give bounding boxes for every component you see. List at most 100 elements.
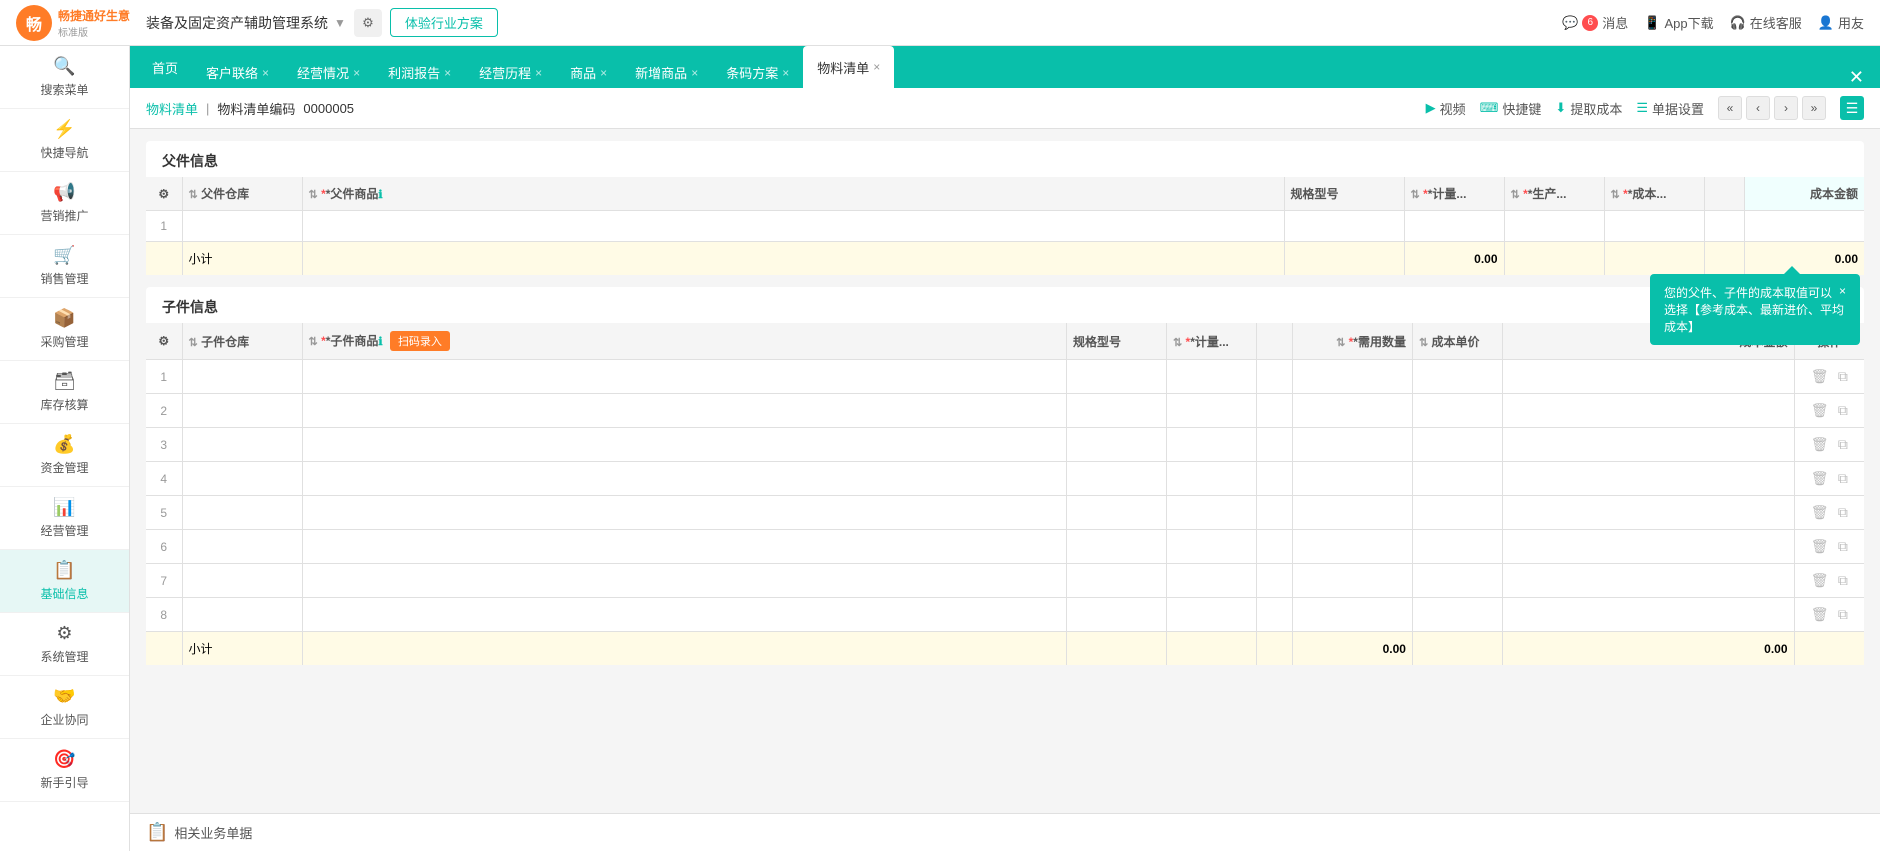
child-row-3: 3 🗑 ⧉ [146,428,1864,462]
breadcrumb-parent[interactable]: 物料清单 [146,99,198,118]
copy-icon[interactable]: ⧉ [1838,470,1848,486]
tab-bom-close[interactable]: × [873,60,880,74]
shortcut-icon: ⌨ [1480,100,1499,116]
sidebar-item-sales[interactable]: 🛒 销售管理 [0,235,129,298]
extract-cost-action[interactable]: ⬇ 提取成本 [1555,99,1622,118]
tab-customer-close[interactable]: × [262,66,269,80]
child-col-warehouse: ⇅ 子件仓库 [182,323,302,360]
quicknav-icon: ⚡ [53,119,75,140]
gear-button[interactable]: ⚙ [354,9,382,37]
tooltip-close-btn[interactable]: × [1839,284,1846,298]
delete-icon[interactable]: 🗑 [1811,368,1829,384]
parent-col-cost: ⇅ **成本... [1604,177,1704,211]
sidebar-item-guide[interactable]: 🎯 新手引导 [0,739,129,802]
grid-view-btn[interactable]: ☰ [1840,96,1864,120]
breadcrumb-code: 0000005 [303,101,354,116]
trial-button[interactable]: 体验行业方案 [390,8,498,37]
tab-profit-close[interactable]: × [444,66,451,80]
sidebar-item-inventory[interactable]: 🗃 库存核算 [0,361,129,424]
view-icon: ▶ [1426,100,1436,116]
nav-last[interactable]: » [1802,96,1826,120]
copy-icon[interactable]: ⧉ [1838,538,1848,554]
page-header: 物料清单 | 物料清单编码 0000005 ▶ 视频 ⌨ 快捷键 ⬇ 提取成本 … [130,88,1880,129]
tab-newgoods-close[interactable]: × [691,66,698,80]
tab-barcode-close[interactable]: × [782,66,789,80]
tab-home[interactable]: 首页 [138,46,192,88]
nav-prev[interactable]: ‹ [1746,96,1770,120]
inventory-icon: 🗃 [53,371,76,392]
extract-icon: ⬇ [1555,100,1566,116]
shortcut-action[interactable]: ⌨ 快捷键 [1480,99,1542,118]
nav-next[interactable]: › [1774,96,1798,120]
tab-close-all[interactable]: ✕ [1841,67,1872,88]
system-icon: ⚙ [56,623,72,644]
copy-icon[interactable]: ⧉ [1838,572,1848,588]
sys-title-arrow[interactable]: ▼ [334,16,346,30]
parent-col-settings[interactable]: ⚙ [146,177,182,211]
child-col-settings[interactable]: ⚙ [146,323,182,360]
copy-icon[interactable]: ⧉ [1838,368,1848,384]
tab-operations[interactable]: 经营情况 × [283,57,374,88]
bottom-icon[interactable]: 📋 [146,822,168,843]
bottom-bar: 📋 相关业务单据 [130,813,1880,851]
sidebar-item-marketing[interactable]: 📢 营销推广 [0,172,129,235]
copy-icon[interactable]: ⧉ [1838,436,1848,452]
sidebar-item-search[interactable]: 🔍 搜索菜单 [0,46,129,109]
tab-history[interactable]: 经营历程 × [465,57,556,88]
child-row-5: 5 🗑 ⧉ [146,496,1864,530]
sidebar-item-management[interactable]: 📊 经营管理 [0,487,129,550]
sidebar-item-system[interactable]: ⚙ 系统管理 [0,613,129,676]
child-table: ⚙ ⇅ 子件仓库 ⇅ **子件商品ℹ 扫码录入 规格型号 [146,323,1864,665]
message-item[interactable]: 💬 6 消息 [1562,13,1628,32]
scan-input-button[interactable]: 扫码录入 [390,331,450,351]
delete-icon[interactable]: 🗑 [1811,504,1829,520]
tooltip-text: 您的父件、子件的成本取值可以选择【参考成本、最新进价、平均成本】 [1664,286,1844,334]
sidebar-item-quicknav[interactable]: ⚡ 快捷导航 [0,109,129,172]
tab-newgoods[interactable]: 新增商品 × [621,57,712,88]
parent-row-1: 1 [146,211,1864,242]
tab-goods-close[interactable]: × [600,66,607,80]
single-setting-action[interactable]: ☰ 单据设置 [1636,99,1704,118]
delete-icon[interactable]: 🗑 [1811,606,1829,622]
tab-barcode-label: 条码方案 [726,63,778,82]
sidebar-item-purchase[interactable]: 📦 采购管理 [0,298,129,361]
sidebar-item-collab[interactable]: 🤝 企业协同 [0,676,129,739]
child-col-sort [1256,323,1292,360]
shortcut-label: 快捷键 [1502,99,1541,118]
single-setting-label: 单据设置 [1652,99,1704,118]
delete-icon[interactable]: 🗑 [1811,538,1829,554]
tab-barcode[interactable]: 条码方案 × [712,57,803,88]
tab-goods[interactable]: 商品 × [556,57,621,88]
sys-title: 装备及固定资产辅助管理系统 [146,13,328,33]
tab-profit[interactable]: 利润报告 × [374,57,465,88]
sidebar-sales-label: 销售管理 [40,270,88,287]
tab-operations-close[interactable]: × [353,66,360,80]
child-row-4: 4 🗑 ⧉ [146,462,1864,496]
child-row-6: 6 🗑 ⧉ [146,530,1864,564]
tab-bom[interactable]: 物料清单 × [803,46,894,88]
sidebar-search-label: 搜索菜单 [40,81,88,98]
copy-icon[interactable]: ⧉ [1838,606,1848,622]
delete-icon[interactable]: 🗑 [1811,436,1829,452]
delete-icon[interactable]: 🗑 [1811,470,1829,486]
nav-first[interactable]: « [1718,96,1742,120]
parent-col-unit: ⇅ **计量... [1404,177,1504,211]
child-section: 子件信息 ⚙ ⇅ 子件仓库 ⇅ **子件商品ℹ 扫码录入 [146,287,1864,665]
user-label: 用友 [1838,13,1864,32]
copy-icon[interactable]: ⧉ [1838,504,1848,520]
sidebar-item-finance[interactable]: 💰 资金管理 [0,424,129,487]
logo-icon: 畅 [16,5,52,41]
copy-icon[interactable]: ⧉ [1838,402,1848,418]
view-action[interactable]: ▶ 视频 [1426,99,1466,118]
tab-customer[interactable]: 客户联络 × [192,57,283,88]
user-area[interactable]: 👤 用友 [1818,13,1864,32]
tab-goods-label: 商品 [570,63,596,82]
logo-sub: 标准版 [58,24,130,39]
online-service[interactable]: 🎧 在线客服 [1730,13,1802,32]
delete-icon[interactable]: 🗑 [1811,572,1829,588]
sidebar-item-basic[interactable]: 📋 基础信息 [0,550,129,613]
delete-icon[interactable]: 🗑 [1811,402,1829,418]
tab-home-label: 首页 [152,58,178,77]
app-download[interactable]: 📱 App下载 [1644,13,1713,32]
tab-history-close[interactable]: × [535,66,542,80]
